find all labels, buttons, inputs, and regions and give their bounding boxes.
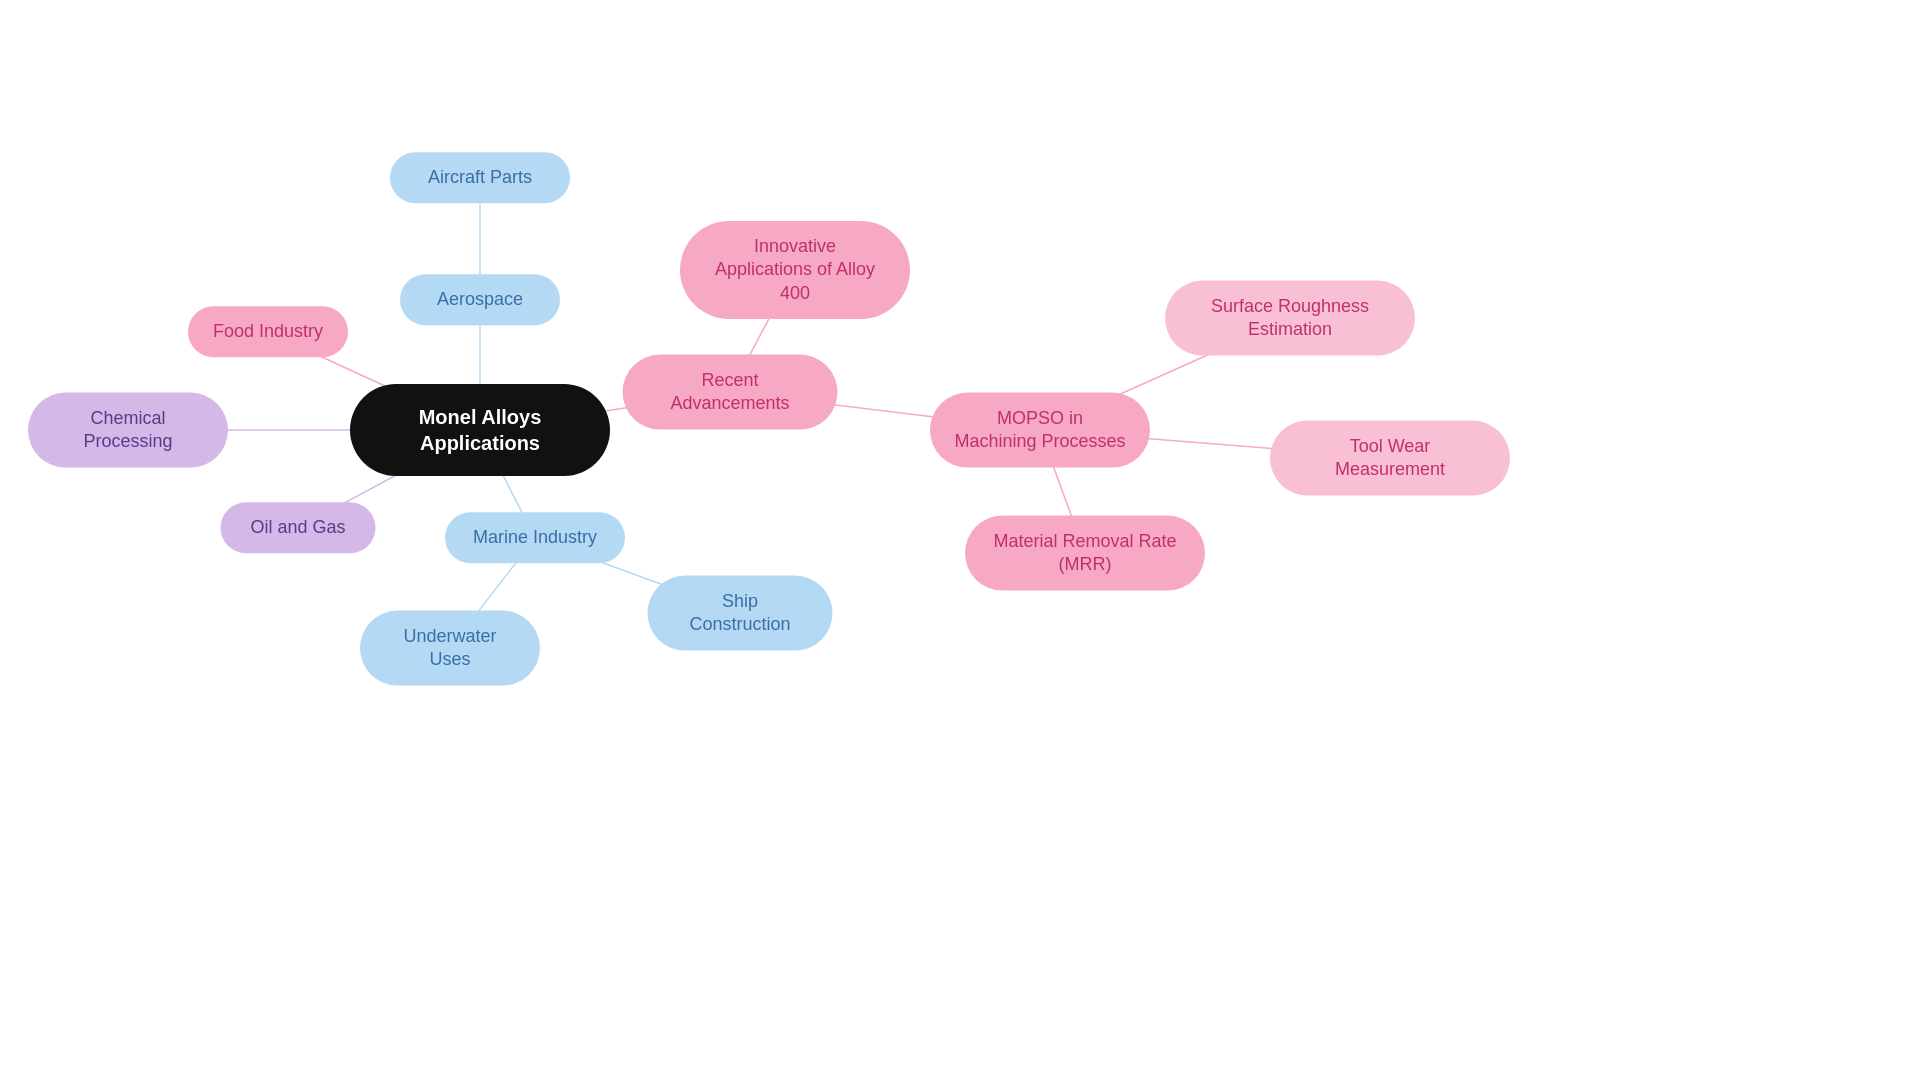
node-underwater_uses: Underwater Uses: [360, 611, 540, 686]
mindmap-container: Monel Alloys Applications Aircraft Parts A…: [0, 0, 1920, 1083]
node-center: Monel Alloys Applications: [350, 384, 610, 476]
node-recent_advancements: Recent Advancements: [623, 355, 838, 430]
node-ship_construction: Ship Construction: [648, 576, 833, 651]
node-chemical_processing: Chemical Processing: [28, 393, 228, 468]
node-surface_roughness: Surface Roughness Estimation: [1165, 281, 1415, 356]
node-aircraft_parts: Aircraft Parts: [390, 152, 570, 203]
node-food_industry: Food Industry: [188, 306, 348, 357]
node-innovative_applications: Innovative Applications of Alloy 400: [680, 221, 910, 319]
node-tool_wear: Tool Wear Measurement: [1270, 421, 1510, 496]
node-oil_and_gas: Oil and Gas: [221, 502, 376, 553]
node-material_removal: Material Removal Rate (MRR): [965, 516, 1205, 591]
node-mopso: MOPSO in Machining Processes: [930, 393, 1150, 468]
node-aerospace: Aerospace: [400, 274, 560, 325]
node-marine_industry: Marine Industry: [445, 512, 625, 563]
